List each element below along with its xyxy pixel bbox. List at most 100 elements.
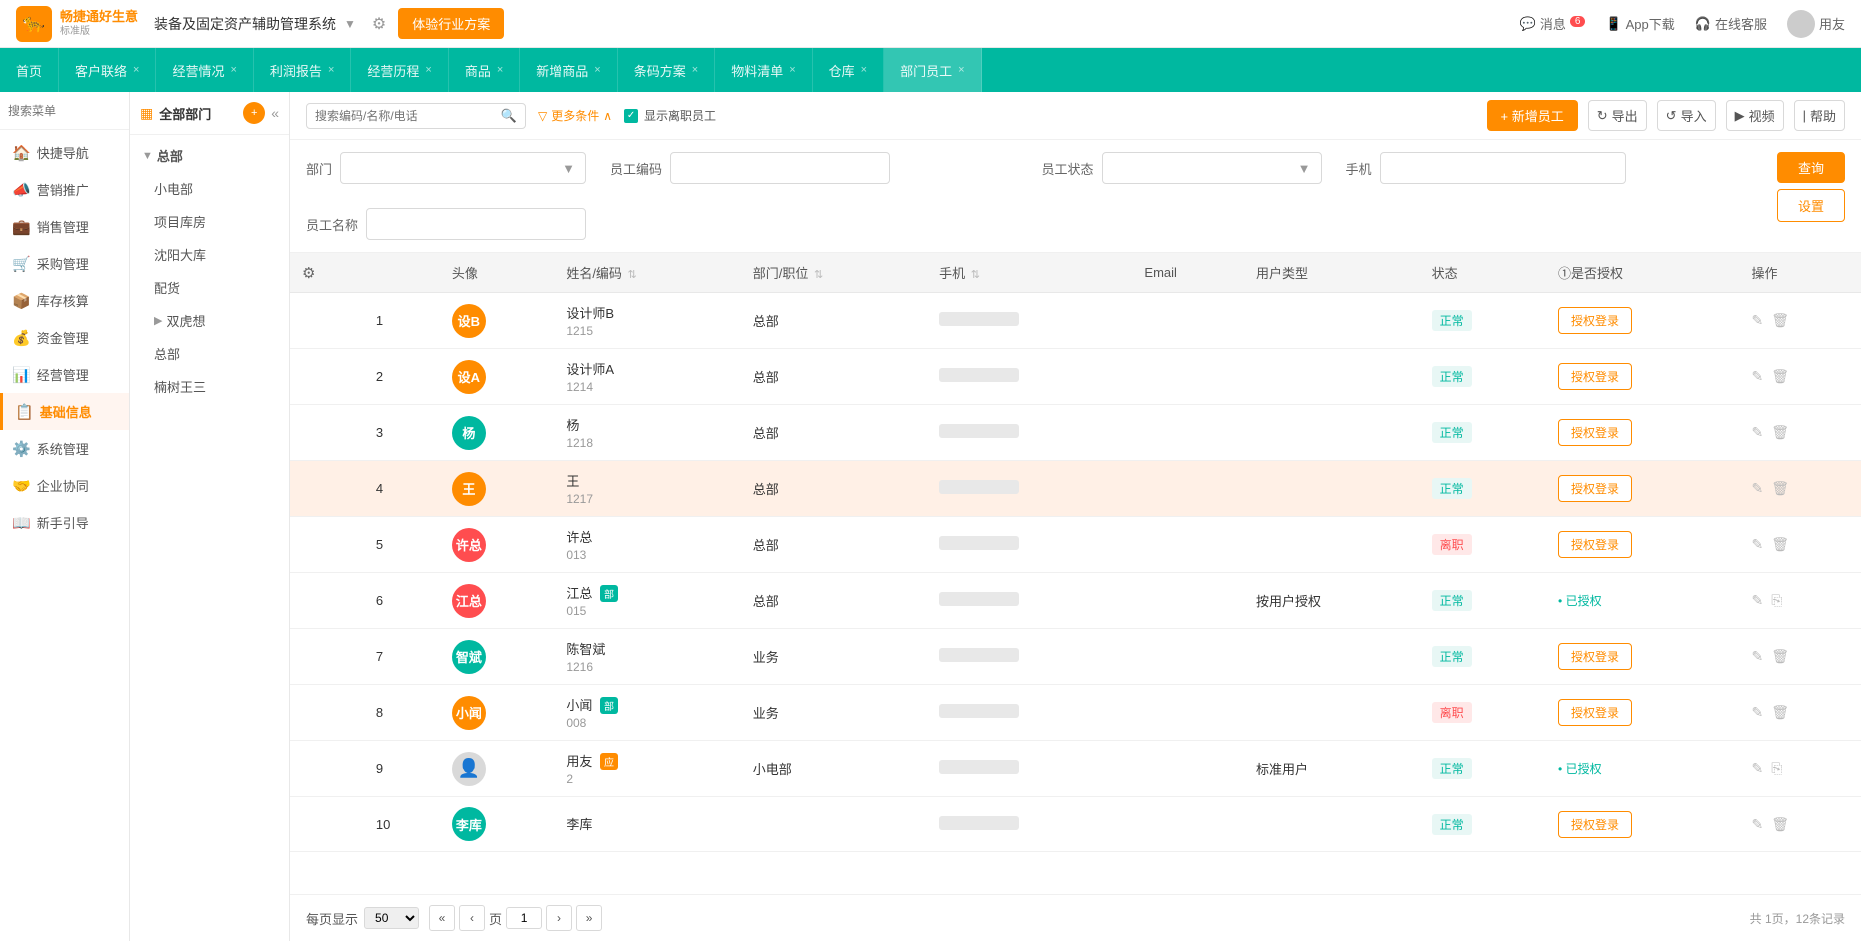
delete-icon[interactable]: 🗑 — [1771, 312, 1789, 329]
phone-input[interactable] — [1380, 152, 1626, 184]
sidebar-item-basic-info[interactable]: 📋 基础信息 — [0, 393, 129, 430]
tab-goods[interactable]: 商品 × — [449, 48, 520, 92]
edit-icon[interactable]: ✎ — [1751, 704, 1763, 721]
page-size-dropdown[interactable]: 50 20 100 — [364, 907, 419, 929]
edit-icon[interactable]: ✎ — [1751, 592, 1763, 609]
edit-icon[interactable]: ✎ — [1751, 536, 1763, 553]
col-settings-icon[interactable]: ⚙ — [302, 265, 315, 282]
close-icon[interactable]: × — [328, 64, 334, 76]
emp-code-input[interactable] — [670, 152, 890, 184]
delete-icon[interactable]: 🗑 — [1771, 536, 1789, 553]
auth-login-button[interactable]: 授权登录 — [1558, 811, 1632, 838]
sidebar-item-purchase[interactable]: 🛒 采购管理 — [0, 245, 129, 282]
help-button[interactable]: | 帮助 — [1794, 100, 1845, 131]
tab-barcode[interactable]: 条码方案 × — [618, 48, 715, 92]
delete-icon[interactable]: 🗑 — [1771, 424, 1789, 441]
filter-more-button[interactable]: ▽ 更多条件 ∧ — [538, 107, 612, 124]
settings-icon[interactable]: ⚙ — [372, 14, 386, 34]
auth-login-button[interactable]: 授权登录 — [1558, 475, 1632, 502]
edit-icon[interactable]: ✎ — [1751, 368, 1763, 385]
dept-item-peihuo[interactable]: 配货 — [130, 271, 289, 304]
sidebar-item-system[interactable]: ⚙️ 系统管理 — [0, 430, 129, 467]
delete-icon[interactable]: 🗑 — [1771, 704, 1789, 721]
message-item[interactable]: 💬 消息 6 — [1520, 14, 1586, 33]
delete-icon[interactable]: 🗑 — [1771, 368, 1789, 385]
delete-icon[interactable]: 🗑 — [1771, 816, 1789, 833]
auth-login-button[interactable]: 授权登录 — [1558, 419, 1632, 446]
close-icon[interactable]: × — [497, 64, 503, 76]
close-icon[interactable]: × — [425, 64, 431, 76]
tab-customer[interactable]: 客户联络 × — [59, 48, 156, 92]
dept-item-project[interactable]: 项目库房 — [130, 205, 289, 238]
tab-operation[interactable]: 经营情况 × — [156, 48, 253, 92]
close-icon[interactable]: × — [230, 64, 236, 76]
page-number-input[interactable] — [506, 907, 542, 929]
edit-icon[interactable]: ✎ — [1751, 424, 1763, 441]
delete-icon[interactable]: 🗑 — [1771, 648, 1789, 665]
close-icon[interactable]: × — [789, 64, 795, 76]
dept-item-xiaodian[interactable]: 小电部 — [130, 172, 289, 205]
sidebar-item-inventory[interactable]: 📦 库存核算 — [0, 282, 129, 319]
dept-filter-select[interactable]: ▼ — [340, 152, 586, 184]
tab-profit[interactable]: 利润报告 × — [254, 48, 351, 92]
edit-icon[interactable]: ✎ — [1751, 648, 1763, 665]
user-item[interactable]: 用友 — [1787, 10, 1845, 38]
copy-icon[interactable]: ⎘ — [1771, 592, 1782, 609]
dept-item-zongbu2[interactable]: 总部 — [130, 337, 289, 370]
sidebar-item-sales[interactable]: 💼 销售管理 — [0, 208, 129, 245]
sidebar-item-finance[interactable]: 💰 资金管理 — [0, 319, 129, 356]
online-service-item[interactable]: 🎧 在线客服 — [1695, 14, 1767, 33]
tab-new-goods[interactable]: 新增商品 × — [520, 48, 617, 92]
view-button[interactable]: ▶ 视频 — [1726, 100, 1784, 131]
copy-icon[interactable]: ⎘ — [1771, 760, 1782, 777]
dept-edit-button[interactable]: + — [243, 102, 265, 124]
sidebar-item-marketing[interactable]: 📣 营销推广 — [0, 171, 129, 208]
auth-login-button[interactable]: 授权登录 — [1558, 363, 1632, 390]
close-icon[interactable]: × — [133, 64, 139, 76]
show-resigned-checkbox[interactable]: ✓ 显示离职员工 — [624, 107, 716, 124]
export-button[interactable]: ↻ 导出 — [1588, 100, 1647, 131]
edit-icon[interactable]: ✎ — [1751, 312, 1763, 329]
tab-warehouse[interactable]: 仓库 × — [813, 48, 884, 92]
app-download-item[interactable]: 📱 App下载 — [1605, 14, 1674, 33]
last-page-button[interactable]: » — [576, 905, 602, 931]
tab-history[interactable]: 经营历程 × — [351, 48, 448, 92]
set-button[interactable]: 设置 — [1777, 189, 1845, 222]
edit-icon[interactable]: ✎ — [1751, 760, 1763, 777]
tab-department[interactable]: 部门员工 × — [884, 48, 981, 92]
edit-icon[interactable]: ✎ — [1751, 480, 1763, 497]
auth-login-button[interactable]: 授权登录 — [1558, 643, 1632, 670]
search-input[interactable] — [315, 109, 495, 123]
tab-bom[interactable]: 物料清单 × — [715, 48, 812, 92]
system-dropdown-arrow[interactable]: ▼ — [344, 17, 356, 31]
collapse-icon[interactable]: « — [271, 105, 279, 121]
sidebar-item-guide[interactable]: 📖 新手引导 — [0, 504, 129, 541]
sidebar-item-quick-nav[interactable]: 🏠 快捷导航 — [0, 134, 129, 171]
next-page-button[interactable]: › — [546, 905, 572, 931]
close-icon[interactable]: × — [692, 64, 698, 76]
close-icon[interactable]: × — [594, 64, 600, 76]
row-ops: ✎ 🗑 — [1739, 517, 1861, 573]
import-button[interactable]: ↺ 导入 — [1657, 100, 1716, 131]
close-icon[interactable]: × — [861, 64, 867, 76]
dept-item-nanshu[interactable]: 楠树王三 — [130, 370, 289, 403]
delete-icon[interactable]: 🗑 — [1771, 480, 1789, 497]
dept-item-shuanghu[interactable]: ▶ 双虎想 — [130, 304, 289, 337]
emp-name-input[interactable] — [366, 208, 586, 240]
auth-login-button[interactable]: 授权登录 — [1558, 307, 1632, 334]
dept-item-zongbu[interactable]: ▼ 总部 — [130, 139, 289, 172]
query-button[interactable]: 查询 — [1777, 152, 1845, 183]
tab-home[interactable]: 首页 — [0, 48, 59, 92]
sidebar-item-management[interactable]: 📊 经营管理 — [0, 356, 129, 393]
emp-status-select[interactable]: ▼ — [1102, 152, 1322, 184]
dept-item-shenyang[interactable]: 沈阳大库 — [130, 238, 289, 271]
edit-icon[interactable]: ✎ — [1751, 816, 1763, 833]
auth-login-button[interactable]: 授权登录 — [1558, 699, 1632, 726]
auth-login-button[interactable]: 授权登录 — [1558, 531, 1632, 558]
close-icon[interactable]: × — [958, 64, 964, 76]
trial-button[interactable]: 体验行业方案 — [398, 8, 504, 39]
first-page-button[interactable]: « — [429, 905, 455, 931]
prev-page-button[interactable]: ‹ — [459, 905, 485, 931]
add-employee-button[interactable]: + 新增员工 — [1487, 100, 1578, 131]
sidebar-item-collab[interactable]: 🤝 企业协同 — [0, 467, 129, 504]
